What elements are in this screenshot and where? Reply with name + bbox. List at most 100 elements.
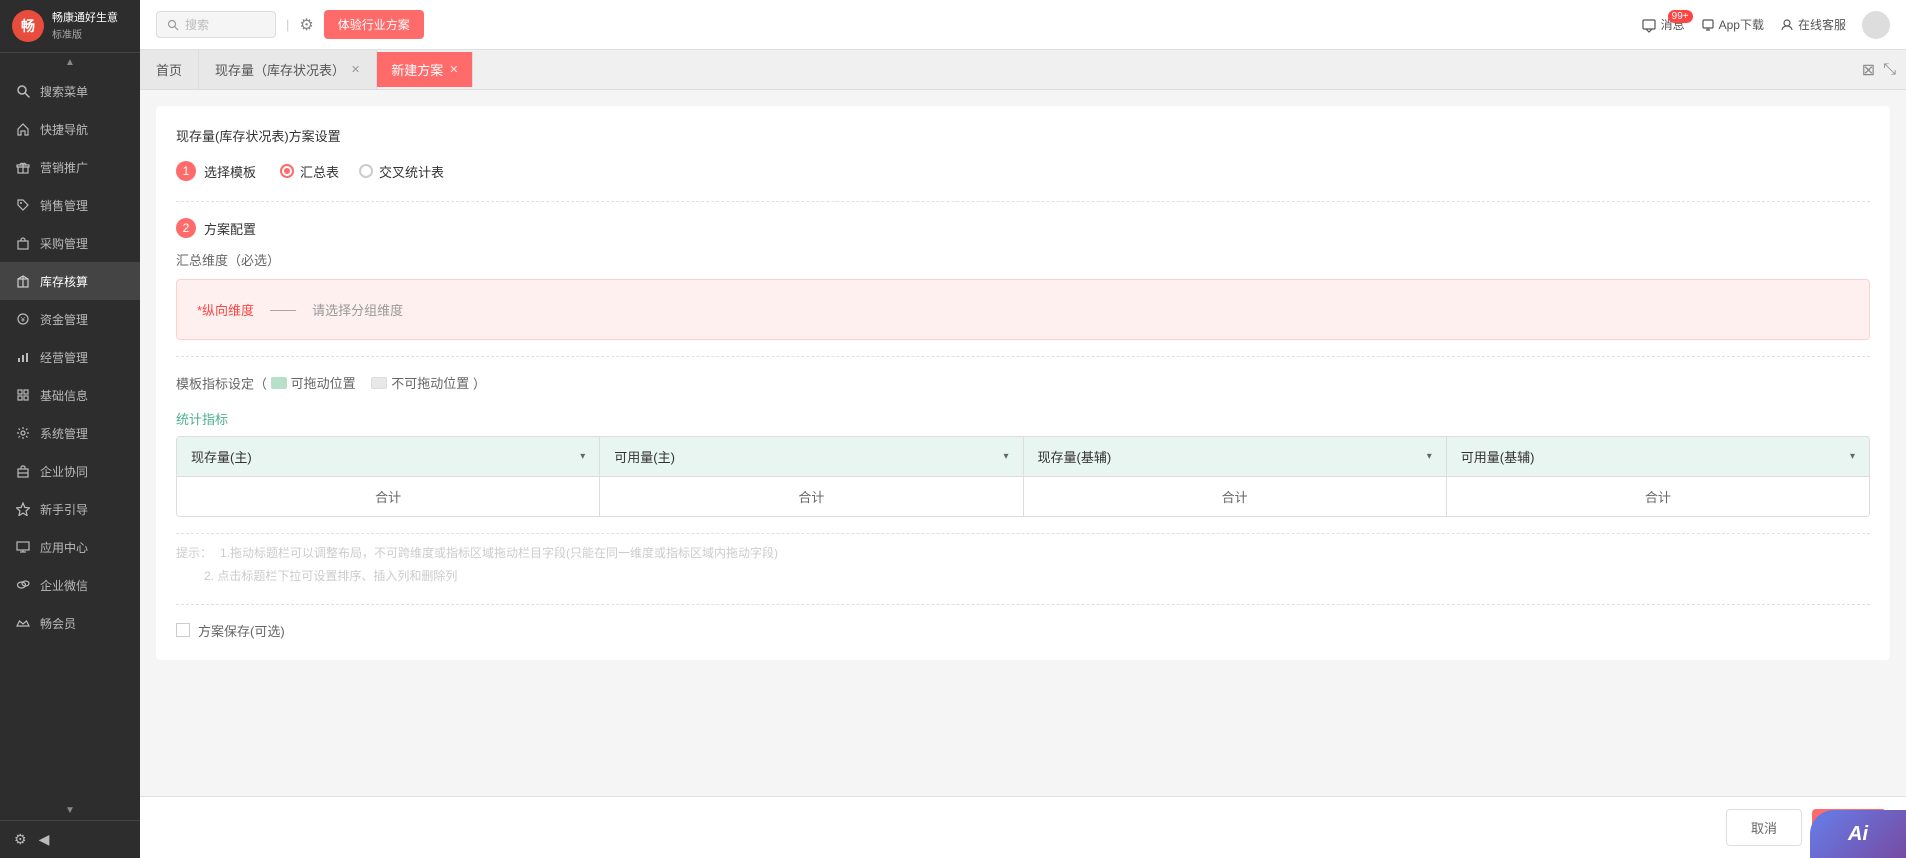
app-name-container: 畅康通好生意 标准版 (52, 11, 118, 41)
stats-col-0: 现存量(主) ▾ (177, 437, 600, 477)
tab-new-scheme-close[interactable]: ✕ (449, 63, 458, 76)
stats-body-col-2: 合计 (1024, 477, 1447, 516)
sidebar-item-inventory[interactable]: 库存核算 (0, 262, 140, 300)
sidebar-item-system[interactable]: 系统管理 (0, 414, 140, 452)
section1-header: 1 选择模板 汇总表 交叉统计表 (176, 161, 1870, 181)
radio-summary-label: 汇总表 (300, 162, 339, 181)
sidebar-item-quicknav-label: 快捷导航 (40, 121, 88, 138)
topbar-search[interactable]: 搜索 (156, 11, 276, 38)
divider-3 (176, 604, 1870, 605)
sidebar-scroll-down[interactable]: ▼ (0, 801, 140, 820)
legend-nondraggable-box (371, 377, 387, 389)
bottom-bar: 取消 查询 (140, 796, 1906, 858)
sidebar-item-sales[interactable]: 销售管理 (0, 186, 140, 224)
message-action[interactable]: 消息 99+ (1641, 16, 1685, 33)
sidebar-item-basic-info-label: 基础信息 (40, 387, 88, 404)
tag-icon (14, 196, 32, 214)
sidebar-item-basic-info[interactable]: 基础信息 (0, 376, 140, 414)
vertical-dim-placeholder[interactable]: 请选择分组维度 (312, 300, 403, 319)
stats-header-text-1: 可用量(主) (614, 447, 675, 466)
sidebar-item-search[interactable]: 搜索菜单 (0, 72, 140, 110)
sidebar-item-collab[interactable]: 企业协同 (0, 452, 140, 490)
sidebar-settings-icon[interactable]: ⚙ (14, 831, 27, 848)
sidebar-item-system-label: 系统管理 (40, 425, 88, 442)
ai-label: Ai (1848, 823, 1868, 846)
app-name: 畅康通好生意 (52, 11, 118, 26)
stats-body-1: 合计 (600, 477, 1022, 516)
vip-icon (14, 614, 32, 632)
stats-body-col-3: 合计 (1447, 477, 1869, 516)
topbar-gear-icon[interactable]: ⚙ (299, 15, 313, 35)
money-icon: ¥ (14, 310, 32, 328)
tab-home-label: 首页 (156, 60, 182, 79)
wechat-icon (14, 576, 32, 594)
tab-inventory-close[interactable]: ✕ (351, 63, 360, 76)
sidebar-item-guide[interactable]: 新手引导 (0, 490, 140, 528)
sidebar-item-member-label: 畅会员 (40, 615, 76, 632)
svg-text:¥: ¥ (21, 317, 25, 324)
ai-bubble[interactable]: Ai (1810, 810, 1906, 858)
template-radio-group: 汇总表 交叉统计表 (280, 162, 444, 181)
radio-summary-circle (280, 164, 294, 178)
stats-header-0[interactable]: 现存量(主) ▾ (177, 437, 599, 477)
tab-expand-icon[interactable]: ⤡ (1883, 61, 1896, 79)
tab-new-scheme[interactable]: 新建方案 ✕ (377, 52, 473, 87)
sidebar-item-appcenter[interactable]: 应用中心 (0, 528, 140, 566)
sidebar-volume-icon[interactable]: ◀ (39, 831, 50, 848)
stats-col-2: 现存量(基辅) ▾ (1024, 437, 1447, 477)
topbar-actions: 消息 99+ App下载 在线客服 (1641, 11, 1890, 39)
save-label: 方案保存(可选) (198, 621, 285, 640)
sidebar-item-quicknav[interactable]: 快捷导航 (0, 110, 140, 148)
sidebar-scroll-up[interactable]: ▲ (0, 53, 140, 72)
stats-header-text-3: 可用量(基辅) (1461, 447, 1535, 466)
trial-button[interactable]: 体验行业方案 (324, 10, 424, 39)
stats-table-body: 合计 合计 合计 合计 (177, 477, 1869, 516)
sidebar-item-purchase[interactable]: 采购管理 (0, 224, 140, 262)
stats-dropdown-2[interactable]: ▾ (1427, 451, 1432, 462)
vertical-dim-label: *纵向维度 (197, 300, 254, 319)
stats-body-2: 合计 (1024, 477, 1446, 516)
tip-text-1: 2. 点击标题栏下拉可设置排序、插入列和删除列 (204, 567, 457, 584)
panel-title: 现存量(库存状况表)方案设置 (176, 126, 1870, 145)
monitor-icon (14, 538, 32, 556)
app-download-action[interactable]: App下载 (1701, 16, 1764, 33)
radio-summary-table[interactable]: 汇总表 (280, 162, 339, 181)
customer-service-action[interactable]: 在线客服 (1780, 16, 1846, 33)
stats-header-3[interactable]: 可用量(基辅) ▾ (1447, 437, 1869, 477)
tips-section: 提示： 1.拖动标题栏可以调整布局，不可跨维度或指标区域拖动栏目字段(只能在同一… (176, 533, 1870, 584)
indicator-settings-prefix: 模板指标设定（ (176, 377, 267, 392)
cancel-button[interactable]: 取消 (1726, 809, 1802, 846)
tabbar: 首页 现存量（库存状况表） ✕ 新建方案 ✕ ⊠ ⤡ (140, 50, 1906, 90)
user-avatar[interactable] (1862, 11, 1890, 39)
stats-dropdown-3[interactable]: ▾ (1850, 451, 1855, 462)
legend-draggable-box (271, 377, 287, 389)
tab-home[interactable]: 首页 (140, 50, 199, 89)
message-badge: 99+ (1668, 10, 1693, 23)
legend-nondraggable-label: 不可拖动位置 (391, 373, 469, 392)
stats-header-text-0: 现存量(主) (191, 447, 252, 466)
app-edition: 标准版 (52, 26, 118, 41)
sidebar-item-marketing[interactable]: 营销推广 (0, 148, 140, 186)
tab-inventory[interactable]: 现存量（库存状况表） ✕ (199, 50, 377, 89)
stats-header-2[interactable]: 现存量(基辅) ▾ (1024, 437, 1446, 477)
stats-dropdown-1[interactable]: ▾ (1003, 451, 1008, 462)
star-icon (14, 500, 32, 518)
app-download-label: App下载 (1719, 16, 1764, 33)
stats-header-1[interactable]: 可用量(主) ▾ (600, 437, 1022, 477)
sidebar-item-member[interactable]: 畅会员 (0, 604, 140, 642)
grid-icon (14, 386, 32, 404)
sidebar-item-finance[interactable]: ¥ 资金管理 (0, 300, 140, 338)
save-checkbox[interactable] (176, 623, 190, 637)
home-icon (14, 120, 32, 138)
radio-cross-table[interactable]: 交叉统计表 (359, 162, 444, 181)
bag-icon (14, 234, 32, 252)
sidebar-item-operations[interactable]: 经营管理 (0, 338, 140, 376)
tab-collapse-icon[interactable]: ⊠ (1862, 60, 1875, 80)
sidebar-item-collab-label: 企业协同 (40, 463, 88, 480)
stats-dropdown-0[interactable]: ▾ (580, 451, 585, 462)
required-area-content: *纵向维度 —— 请选择分组维度 (197, 300, 1849, 319)
sidebar-item-wxwork[interactable]: 企业微信 (0, 566, 140, 604)
app-logo-icon: 畅 (12, 10, 44, 42)
aggregate-dim-label: 汇总维度（必选） (176, 250, 1870, 269)
tip-item-0: 提示： 1.拖动标题栏可以调整布局，不可跨维度或指标区域拖动栏目字段(只能在同一… (176, 544, 1870, 561)
